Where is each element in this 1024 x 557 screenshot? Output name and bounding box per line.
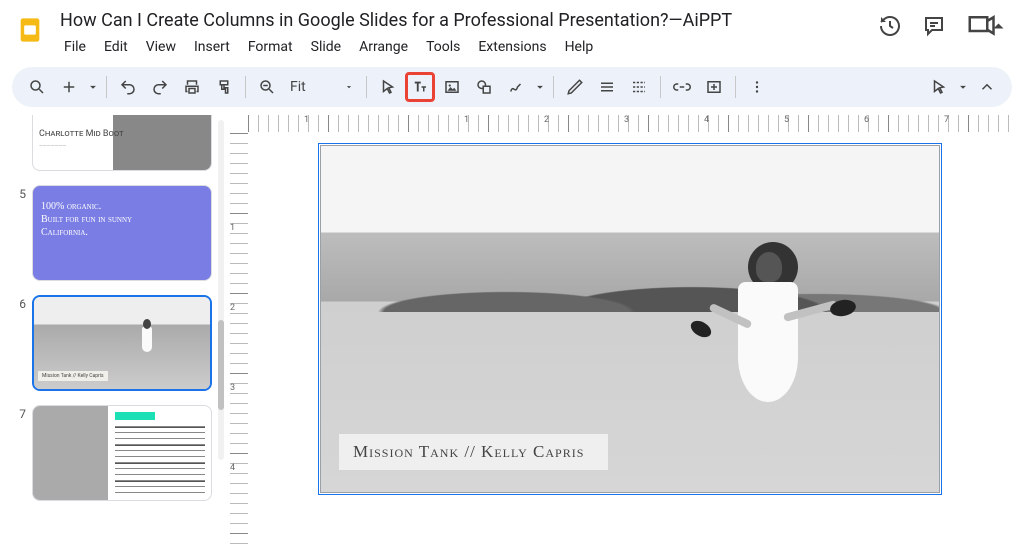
add-comment-box-icon[interactable] xyxy=(699,72,729,102)
thumb-caption: Charlotte Mid Boot xyxy=(39,129,124,139)
toolbar: Fit xyxy=(12,67,1012,107)
more-icon[interactable] xyxy=(742,72,772,102)
slide-thumbnails: Charlotte Mid Boot ——————— 5 100% organi… xyxy=(0,115,220,557)
pointer-mode-icon[interactable] xyxy=(924,72,954,102)
paint-format-icon[interactable] xyxy=(209,72,239,102)
select-tool-icon[interactable] xyxy=(373,72,403,102)
thumb-number xyxy=(14,115,26,117)
menu-file[interactable]: File xyxy=(56,35,94,59)
create-comment-icon[interactable] xyxy=(560,72,590,102)
slide-thumb-7[interactable] xyxy=(32,405,212,501)
thumb-number: 5 xyxy=(14,185,26,201)
menu-slide[interactable]: Slide xyxy=(303,35,349,59)
menu-edit[interactable]: Edit xyxy=(96,35,136,59)
menu-tools[interactable]: Tools xyxy=(418,35,468,59)
insert-image-icon[interactable] xyxy=(437,72,467,102)
slide-background-image: Mission Tank // Kelly Capris xyxy=(321,146,939,492)
new-slide-icon[interactable] xyxy=(54,72,84,102)
thumb-number: 7 xyxy=(14,405,26,421)
thumb-text: 100% organic. Built for fun in sunny Cal… xyxy=(41,200,181,239)
insert-line-icon[interactable] xyxy=(501,72,531,102)
search-menus-icon[interactable] xyxy=(22,72,52,102)
present-icon[interactable] xyxy=(966,14,1006,38)
slide-thumb-5[interactable]: 100% organic. Built for fun in sunny Cal… xyxy=(32,185,212,281)
insert-link-icon[interactable] xyxy=(667,72,697,102)
zoom-icon[interactable] xyxy=(252,72,282,102)
menu-insert[interactable]: Insert xyxy=(186,35,238,59)
thumb-caption: Mission Tank // Kelly Capris xyxy=(38,371,108,381)
slide-thumb-4[interactable]: Charlotte Mid Boot ——————— xyxy=(32,115,212,171)
document-title[interactable]: How Can I Create Columns in Google Slide… xyxy=(56,8,878,33)
menu-extensions[interactable]: Extensions xyxy=(470,35,554,59)
layout-icon[interactable] xyxy=(624,72,654,102)
vertical-ruler: 1 2 3 4 xyxy=(230,133,248,547)
horizontal-ruler: 1 1 2 3 4 5 6 7 xyxy=(248,115,1012,133)
new-slide-dropdown-icon[interactable] xyxy=(86,72,100,102)
current-slide[interactable]: Mission Tank // Kelly Capris xyxy=(320,145,940,493)
menu-view[interactable]: View xyxy=(138,35,184,59)
zoom-select[interactable]: Fit xyxy=(284,79,360,95)
menu-format[interactable]: Format xyxy=(240,35,301,59)
print-icon[interactable] xyxy=(177,72,207,102)
menu-arrange[interactable]: Arrange xyxy=(351,35,416,59)
insert-line-dropdown-icon[interactable] xyxy=(533,72,547,102)
hide-menus-icon[interactable] xyxy=(972,72,1002,102)
slide-caption[interactable]: Mission Tank // Kelly Capris xyxy=(339,434,608,470)
insert-shape-icon[interactable] xyxy=(469,72,499,102)
history-icon[interactable] xyxy=(878,14,902,38)
thumb-scrollbar[interactable] xyxy=(218,120,224,460)
menu-help[interactable]: Help xyxy=(557,35,602,59)
thumb-number: 6 xyxy=(14,295,26,311)
undo-icon[interactable] xyxy=(113,72,143,102)
zoom-label: Fit xyxy=(290,79,306,95)
background-icon[interactable] xyxy=(592,72,622,102)
slides-logo[interactable] xyxy=(12,12,48,48)
menu-bar: File Edit View Insert Format Slide Arran… xyxy=(56,35,878,59)
slide-canvas[interactable]: 1 1 2 3 4 5 6 7 1 2 3 4 xyxy=(220,115,1024,557)
redo-icon[interactable] xyxy=(145,72,175,102)
comment-icon[interactable] xyxy=(922,14,946,38)
thumb-subcaption: ——————— xyxy=(39,143,66,149)
person-figure xyxy=(708,222,828,452)
slide-thumb-6[interactable]: Mission Tank // Kelly Capris xyxy=(32,295,212,391)
text-box-icon[interactable] xyxy=(405,72,435,102)
pointer-dropdown-icon[interactable] xyxy=(956,72,970,102)
